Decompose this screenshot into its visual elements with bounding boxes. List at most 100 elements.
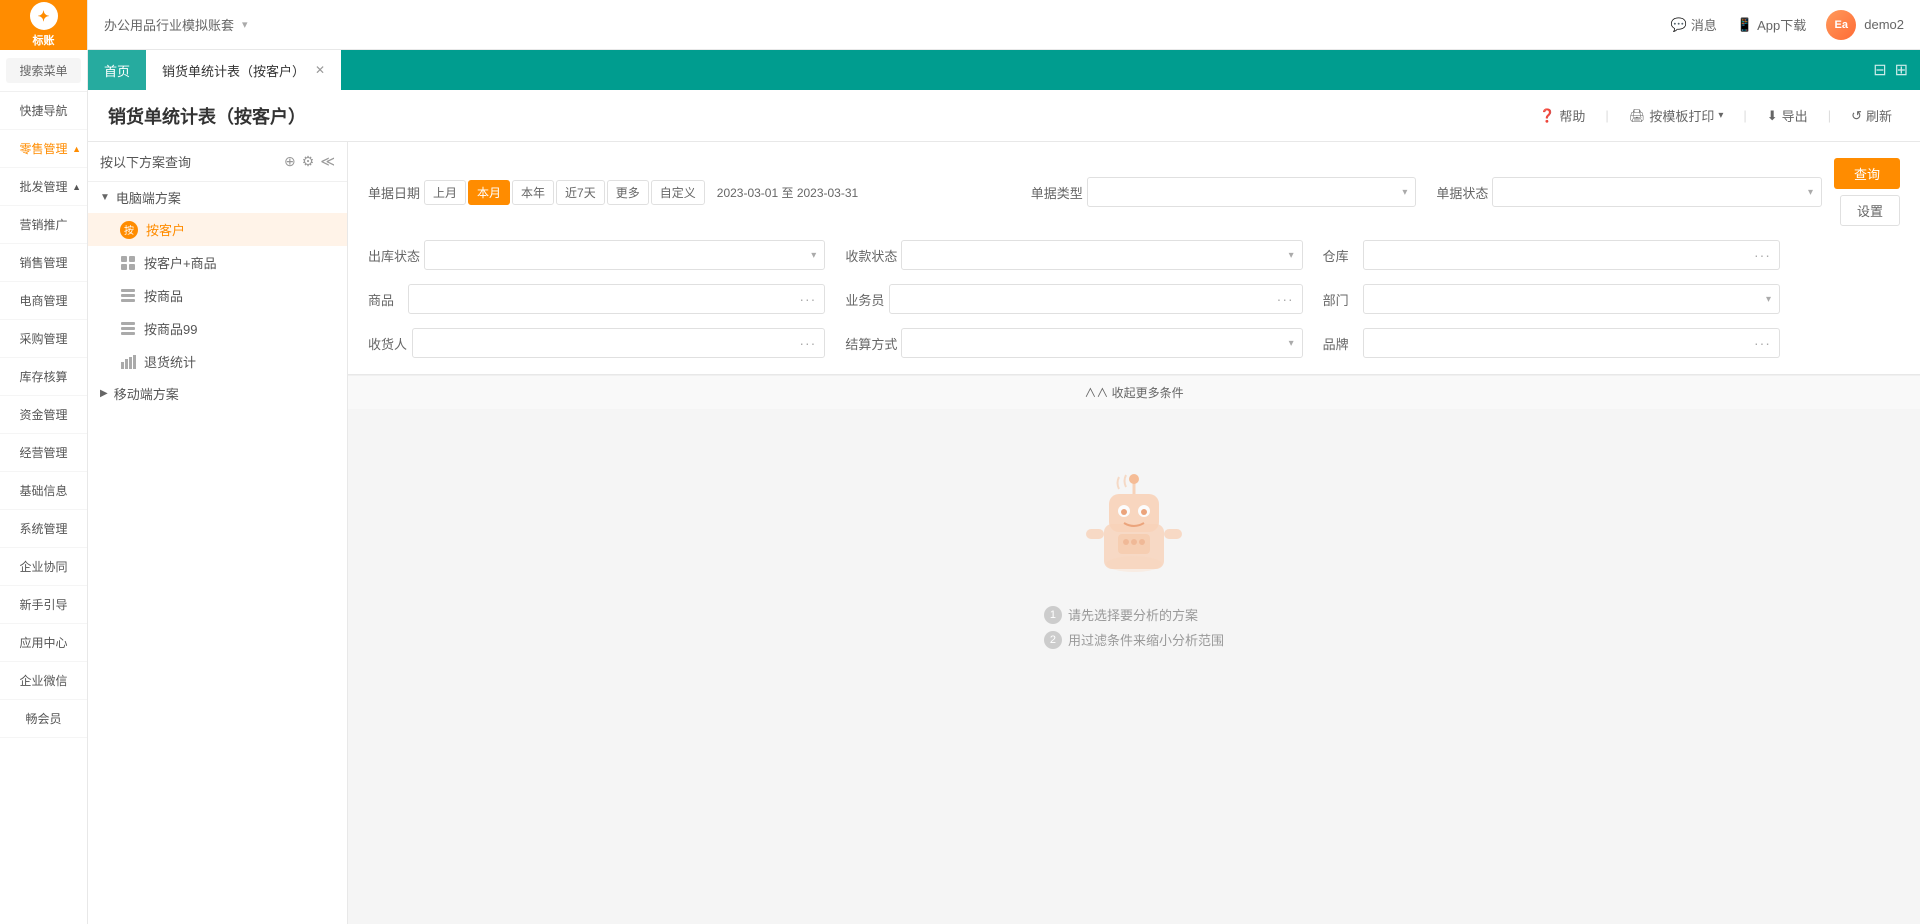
logo-text: 标账 <box>33 32 55 48</box>
sidebar-item-purchase[interactable]: 采购管理 <box>0 320 87 358</box>
by-product-label: 按商品 <box>144 286 183 305</box>
export-btn[interactable]: ⬇ 导出 <box>1759 102 1816 129</box>
date-range-text: 2023-03-01 至 2023-03-31 <box>717 184 858 201</box>
sidebar-item-marketing[interactable]: 营销推广 <box>0 206 87 244</box>
scheme-item-by-product-99[interactable]: 按商品99 <box>88 312 347 345</box>
doc-status-input[interactable]: ▾ <box>1492 177 1822 207</box>
warehouse-label: 仓库 <box>1323 246 1363 265</box>
brand-input[interactable]: ··· <box>1363 328 1780 358</box>
sidebar-item-new-user[interactable]: 新手引导 <box>0 586 87 624</box>
brand-label: 品牌 <box>1323 334 1363 353</box>
date-tab-last-7-days[interactable]: 近7天 <box>556 180 605 205</box>
doc-type-input[interactable]: ▾ <box>1087 177 1417 207</box>
date-filter-field: 单据日期 上月 本月 本年 近7天 更多 自定义 20 <box>368 180 1011 205</box>
date-tab-this-month[interactable]: 本月 <box>468 180 510 205</box>
wholesale-expand-icon: ▲ <box>72 182 81 192</box>
breadcrumb-text: 办公用品行业模拟账套 <box>104 15 234 34</box>
help-btn[interactable]: ❓ 帮助 <box>1531 102 1593 129</box>
empty-hint-1: 1 请先选择要分析的方案 <box>1044 605 1224 624</box>
date-tab-more[interactable]: 更多 <box>607 180 649 205</box>
mobile-category-arrow: ▶ <box>100 388 108 399</box>
sidebar-item-wholesale[interactable]: 批发管理 ▲ <box>0 168 87 206</box>
scheme-item-by-customer-product[interactable]: 按客户+商品 <box>88 246 347 279</box>
scheme-panel: 按以下方案查询 ⊕ ⚙ ≪ ▼ 电脑端方案 按 按客户 <box>88 142 348 924</box>
sidebar-item-retail[interactable]: 零售管理 ▲ <box>0 130 87 168</box>
doc-type-arrow-icon: ▾ <box>1402 187 1407 198</box>
warehouse-input[interactable]: ··· <box>1363 240 1780 270</box>
help-icon: ❓ <box>1539 108 1555 124</box>
export-icon: ⬇ <box>1767 108 1778 124</box>
department-input[interactable]: ▾ <box>1363 284 1780 314</box>
out-status-arrow-icon: ▾ <box>811 250 816 261</box>
salesperson-more-icon: ··· <box>1277 291 1294 307</box>
divider-1: | <box>1605 108 1608 123</box>
user-profile-action[interactable]: Ea demo2 <box>1826 10 1904 40</box>
app-download-action[interactable]: 📱 App下载 <box>1737 15 1806 34</box>
sidebar-item-system[interactable]: 系统管理 <box>0 510 87 548</box>
refresh-label: 刷新 <box>1866 106 1892 125</box>
out-status-input[interactable]: ▾ <box>424 240 825 270</box>
scheme-item-refund-stat[interactable]: 退货统计 <box>88 345 347 378</box>
date-tabs: 上月 本月 本年 近7天 更多 自定义 <box>424 180 705 205</box>
sidebar-item-operations[interactable]: 经营管理 <box>0 434 87 472</box>
empty-state: 1 请先选择要分析的方案 2 用过滤条件来缩小分析范围 <box>348 409 1920 715</box>
page-actions: ❓ 帮助 | 🖨 按模板打印 ▾ | ⬇ 导出 | ↺ 刷新 <box>1531 102 1900 129</box>
sidebar: ✦ 标账 搜索菜单 快捷导航 零售管理 ▲ 批发管理 ▲ 营销推广 销售管理 电… <box>0 0 88 924</box>
tab-maximize-icon[interactable]: ⊞ <box>1895 60 1908 80</box>
collection-status-arrow-icon: ▾ <box>1289 250 1294 261</box>
tab-close-icon[interactable]: ✕ <box>315 63 325 77</box>
operations-label: 经营管理 <box>4 444 83 461</box>
date-tab-this-year[interactable]: 本年 <box>512 180 554 205</box>
scheme-settings-icon[interactable]: ⚙ <box>302 153 315 170</box>
scheme-add-icon[interactable]: ⊕ <box>284 153 296 170</box>
sidebar-item-enterprise-wechat[interactable]: 企业微信 <box>0 662 87 700</box>
sidebar-item-inventory[interactable]: 库存核算 <box>0 358 87 396</box>
query-button[interactable]: 查询 <box>1834 158 1900 189</box>
settings-button[interactable]: 设置 <box>1840 195 1900 226</box>
receiver-input[interactable]: ··· <box>412 328 825 358</box>
search-menu-btn[interactable]: 搜索菜单 <box>6 58 81 83</box>
sidebar-item-quick-nav[interactable]: 快捷导航 <box>0 92 87 130</box>
tab-minimize-icon[interactable]: ⊟ <box>1873 60 1886 80</box>
sidebar-item-enterprise[interactable]: 企业协同 <box>0 548 87 586</box>
tab-home[interactable]: 首页 <box>88 50 146 90</box>
system-label: 系统管理 <box>4 520 83 537</box>
salesperson-field: 业务员 ··· <box>845 284 1302 314</box>
scheme-item-by-customer[interactable]: 按 按客户 <box>88 213 347 246</box>
collection-status-input[interactable]: ▾ <box>901 240 1302 270</box>
sidebar-item-ecommerce[interactable]: 电商管理 <box>0 282 87 320</box>
product-input[interactable]: ··· <box>408 284 825 314</box>
sales-label: 销售管理 <box>4 254 83 271</box>
refresh-btn[interactable]: ↺ 刷新 <box>1843 102 1900 129</box>
page-title: 销货单统计表（按客户） <box>108 103 306 129</box>
empty-hint-2: 2 用过滤条件来缩小分析范围 <box>1044 630 1224 649</box>
doc-type-label: 单据类型 <box>1031 183 1087 202</box>
sidebar-search-area[interactable]: 搜索菜单 <box>0 50 87 92</box>
salesperson-input[interactable]: ··· <box>889 284 1302 314</box>
tab-sales-stat[interactable]: 销货单统计表（按客户） ✕ <box>146 50 341 90</box>
collapse-row[interactable]: ∧∧ 收起更多条件 <box>348 375 1920 409</box>
scheme-item-by-product[interactable]: 按商品 <box>88 279 347 312</box>
settlement-input[interactable]: ▾ <box>901 328 1302 358</box>
date-tab-custom[interactable]: 自定义 <box>651 180 705 205</box>
sidebar-item-vip[interactable]: 畅会员 <box>0 700 87 738</box>
by-product-icon <box>120 288 136 304</box>
app-download-icon: 📱 <box>1737 17 1753 33</box>
scheme-panel-header: 按以下方案查询 ⊕ ⚙ ≪ <box>88 142 347 182</box>
message-action[interactable]: 💬 消息 <box>1671 15 1717 34</box>
scheme-collapse-icon[interactable]: ≪ <box>320 153 335 170</box>
basic-info-label: 基础信息 <box>4 482 83 499</box>
filter-row-2: 出库状态 ▾ 收款状态 ▾ <box>368 240 1900 270</box>
sidebar-item-sales[interactable]: 销售管理 <box>0 244 87 282</box>
enterprise-label: 企业协同 <box>4 558 83 575</box>
scheme-category-mobile[interactable]: ▶ 移动端方案 <box>88 378 347 409</box>
department-arrow-icon: ▾ <box>1766 294 1771 305</box>
sidebar-item-finance[interactable]: 资金管理 <box>0 396 87 434</box>
receiver-label: 收货人 <box>368 334 412 353</box>
print-btn[interactable]: 🖨 按模板打印 ▾ <box>1621 102 1732 129</box>
sidebar-item-basic-info[interactable]: 基础信息 <box>0 472 87 510</box>
sidebar-item-app-center[interactable]: 应用中心 <box>0 624 87 662</box>
breadcrumb-dropdown-icon[interactable]: ▾ <box>242 18 248 31</box>
date-tab-last-month[interactable]: 上月 <box>424 180 466 205</box>
divider-2: | <box>1743 108 1746 123</box>
